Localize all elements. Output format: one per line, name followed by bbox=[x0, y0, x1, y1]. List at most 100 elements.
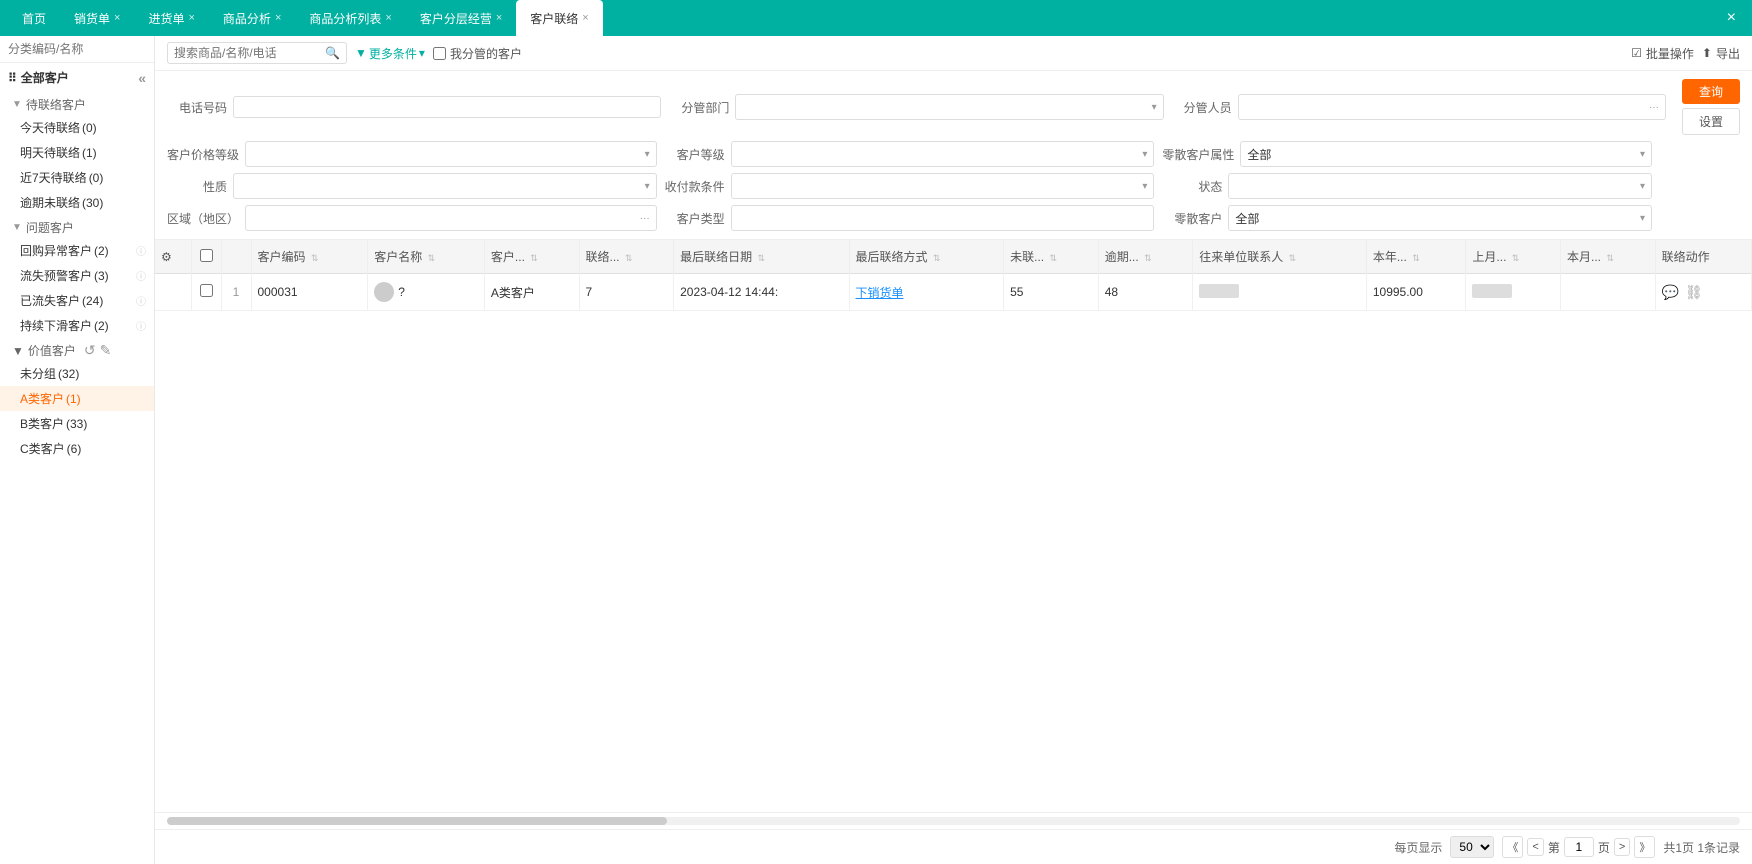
nav-customer-contact[interactable]: 客户联络 × bbox=[516, 0, 602, 36]
link-icon[interactable]: ⛓ bbox=[1685, 284, 1703, 301]
sidebar-item-churned[interactable]: 已流失客户 (24) ⓘ bbox=[0, 288, 154, 313]
page-end-label: 页 bbox=[1598, 839, 1610, 856]
price-level-arrow-icon: ▾ bbox=[645, 149, 650, 160]
nature-select[interactable]: ▾ bbox=[233, 173, 657, 199]
my-customers-checkbox[interactable] bbox=[433, 47, 446, 60]
close-product-analysis[interactable]: × bbox=[275, 12, 281, 24]
sidebar-all-customers[interactable]: ⠿ 全部客户 « bbox=[0, 63, 154, 92]
nav-home[interactable]: 首页 bbox=[8, 0, 60, 36]
horizontal-scrollbar[interactable] bbox=[167, 817, 1740, 825]
query-button[interactable]: 查询 bbox=[1682, 79, 1740, 104]
cell-this-month bbox=[1561, 274, 1656, 311]
sidebar-item-c-class[interactable]: C类客户 (6) bbox=[0, 436, 154, 461]
page-number-input[interactable] bbox=[1564, 837, 1594, 857]
sidebar-item-overdue-pending[interactable]: 逾期未联络 (30) bbox=[0, 190, 154, 215]
page-size-select[interactable]: 50 bbox=[1450, 836, 1494, 858]
nav-purchase-order[interactable]: 进货单 × bbox=[134, 0, 208, 36]
col-uncontacted[interactable]: 未联... ⇅ bbox=[1004, 240, 1099, 274]
close-purchase-order[interactable]: × bbox=[188, 12, 194, 24]
col-check bbox=[191, 240, 221, 274]
first-page-btn[interactable]: 《 bbox=[1502, 836, 1523, 858]
batch-ops-btn[interactable]: ☑ 批量操作 bbox=[1631, 45, 1694, 62]
col-last-date[interactable]: 最后联络日期 ⇅ bbox=[674, 240, 849, 274]
sidebar-item-b-class[interactable]: B类客户 (33) bbox=[0, 411, 154, 436]
col-gear[interactable]: ⚙ bbox=[155, 240, 191, 274]
sidebar-item-churn-warning[interactable]: 流失预警客户 (3) ⓘ bbox=[0, 263, 154, 288]
filter-row-4: 区域（地区） ··· 客户类型 零散客户 全部 ▾ bbox=[167, 205, 1740, 231]
more-conditions-btn[interactable]: ▼ 更多条件 ▾ bbox=[355, 45, 425, 62]
filter-row-1: 电话号码 分管部门 ▾ 分管人员 ··· 查询 设置 bbox=[167, 79, 1740, 135]
sidebar-item-7day-pending[interactable]: 近7天待联络 (0) bbox=[0, 165, 154, 190]
filter-phone: 电话号码 bbox=[167, 96, 661, 118]
person-select[interactable]: ··· bbox=[1238, 94, 1666, 120]
batch-ops-icon: ☑ bbox=[1631, 46, 1642, 60]
dept-label: 分管部门 bbox=[669, 99, 729, 116]
export-btn[interactable]: ⬆ 导出 bbox=[1702, 45, 1740, 62]
search-input[interactable] bbox=[174, 46, 321, 60]
col-code[interactable]: 客户编码 ⇅ bbox=[251, 240, 368, 274]
phone-input[interactable] bbox=[233, 96, 661, 118]
prev-page-btn[interactable]: < bbox=[1527, 838, 1543, 856]
sidebar-item-today-pending[interactable]: 今天待联络 (0) bbox=[0, 115, 154, 140]
sidebar-item-a-class[interactable]: A类客户 (1) bbox=[0, 386, 154, 411]
refresh-icon[interactable]: ↺ bbox=[84, 342, 96, 359]
cell-overdue: 48 bbox=[1098, 274, 1193, 311]
next-page-btn[interactable]: > bbox=[1614, 838, 1630, 856]
sidebar-search-input[interactable] bbox=[8, 42, 155, 56]
close-all-tabs[interactable]: × bbox=[1719, 9, 1744, 27]
col-contact[interactable]: 联络... ⇅ bbox=[579, 240, 674, 274]
my-customers-toggle[interactable]: 我分管的客户 bbox=[433, 45, 522, 62]
retail-attr-arrow-icon: ▾ bbox=[1640, 149, 1645, 160]
close-customer-contact[interactable]: × bbox=[582, 12, 588, 24]
filter-icon: ▼ bbox=[355, 46, 367, 60]
settings-button[interactable]: 设置 bbox=[1682, 108, 1740, 135]
status-select[interactable]: ▾ bbox=[1228, 173, 1652, 199]
col-last-method[interactable]: 最后联络方式 ⇅ bbox=[849, 240, 1004, 274]
nav-product-analysis[interactable]: 商品分析 × bbox=[209, 0, 295, 36]
close-sales-order[interactable]: × bbox=[114, 12, 120, 24]
payment-select[interactable]: ▾ bbox=[731, 173, 1155, 199]
status-arrow-icon: ▾ bbox=[1640, 181, 1645, 192]
sidebar-item-ungraded[interactable]: 未分组 (32) bbox=[0, 361, 154, 386]
dept-select[interactable]: ▾ bbox=[735, 94, 1163, 120]
filter-retail-customer: 零散客户 全部 ▾ bbox=[1162, 205, 1652, 231]
last-method-link[interactable]: 下销货单 bbox=[856, 286, 904, 300]
export-icon: ⬆ bbox=[1702, 46, 1712, 60]
col-type[interactable]: 客户... ⇅ bbox=[484, 240, 579, 274]
collapse-btn[interactable]: « bbox=[138, 70, 146, 86]
nav-product-analysis-list[interactable]: 商品分析列表 × bbox=[295, 0, 405, 36]
last-page-btn[interactable]: 》 bbox=[1634, 836, 1655, 858]
content-area: 🔍 ▼ 更多条件 ▾ 我分管的客户 ☑ 批量操作 ⬆ 导出 bbox=[155, 36, 1752, 864]
nav-sales-order[interactable]: 销货单 × bbox=[60, 0, 134, 36]
close-customer-tier[interactable]: × bbox=[496, 12, 502, 24]
nav-customer-tier[interactable]: 客户分层经营 × bbox=[406, 0, 516, 36]
col-this-month[interactable]: 本月... ⇅ bbox=[1561, 240, 1656, 274]
customer-type-select[interactable] bbox=[731, 205, 1155, 231]
select-all-checkbox[interactable] bbox=[200, 249, 213, 262]
close-product-analysis-list[interactable]: × bbox=[385, 12, 391, 24]
sort-contact-icon: ⇅ bbox=[625, 253, 633, 263]
col-last-month[interactable]: 上月... ⇅ bbox=[1466, 240, 1561, 274]
advanced-filter: 电话号码 分管部门 ▾ 分管人员 ··· 查询 设置 bbox=[155, 71, 1752, 240]
region-select[interactable]: ··· bbox=[245, 205, 657, 231]
search-icon[interactable]: 🔍 bbox=[325, 46, 340, 60]
col-overdue[interactable]: 逾期... ⇅ bbox=[1098, 240, 1193, 274]
retail-attr-select[interactable]: 全部 ▾ bbox=[1240, 141, 1652, 167]
edit-icon[interactable]: ✎ bbox=[100, 342, 112, 359]
sidebar-item-declining[interactable]: 持续下滑客户 (2) ⓘ bbox=[0, 313, 154, 338]
customer-level-select[interactable]: ▾ bbox=[731, 141, 1155, 167]
chat-icon[interactable]: 💬 bbox=[1662, 284, 1679, 301]
row-checkbox[interactable] bbox=[200, 284, 213, 297]
table-settings-icon[interactable]: ⚙ bbox=[161, 250, 172, 264]
col-name[interactable]: 客户名称 ⇅ bbox=[368, 240, 485, 274]
price-level-select[interactable]: ▾ bbox=[245, 141, 657, 167]
sidebar-item-abnormal-repurchase[interactable]: 回购异常客户 (2) ⓘ bbox=[0, 238, 154, 263]
info-icon-4: ⓘ bbox=[136, 318, 146, 333]
grid-icon: ⠿ bbox=[8, 71, 17, 85]
retail-customer-select[interactable]: 全部 ▾ bbox=[1228, 205, 1652, 231]
col-this-year[interactable]: 本年... ⇅ bbox=[1366, 240, 1466, 274]
col-unit-contact[interactable]: 往来单位联系人 ⇅ bbox=[1193, 240, 1367, 274]
table-area: ⚙ 客户编码 ⇅ 客户名称 ⇅ bbox=[155, 240, 1752, 812]
scroll-thumb[interactable] bbox=[167, 817, 667, 825]
sidebar-item-tomorrow-pending[interactable]: 明天待联络 (1) bbox=[0, 140, 154, 165]
